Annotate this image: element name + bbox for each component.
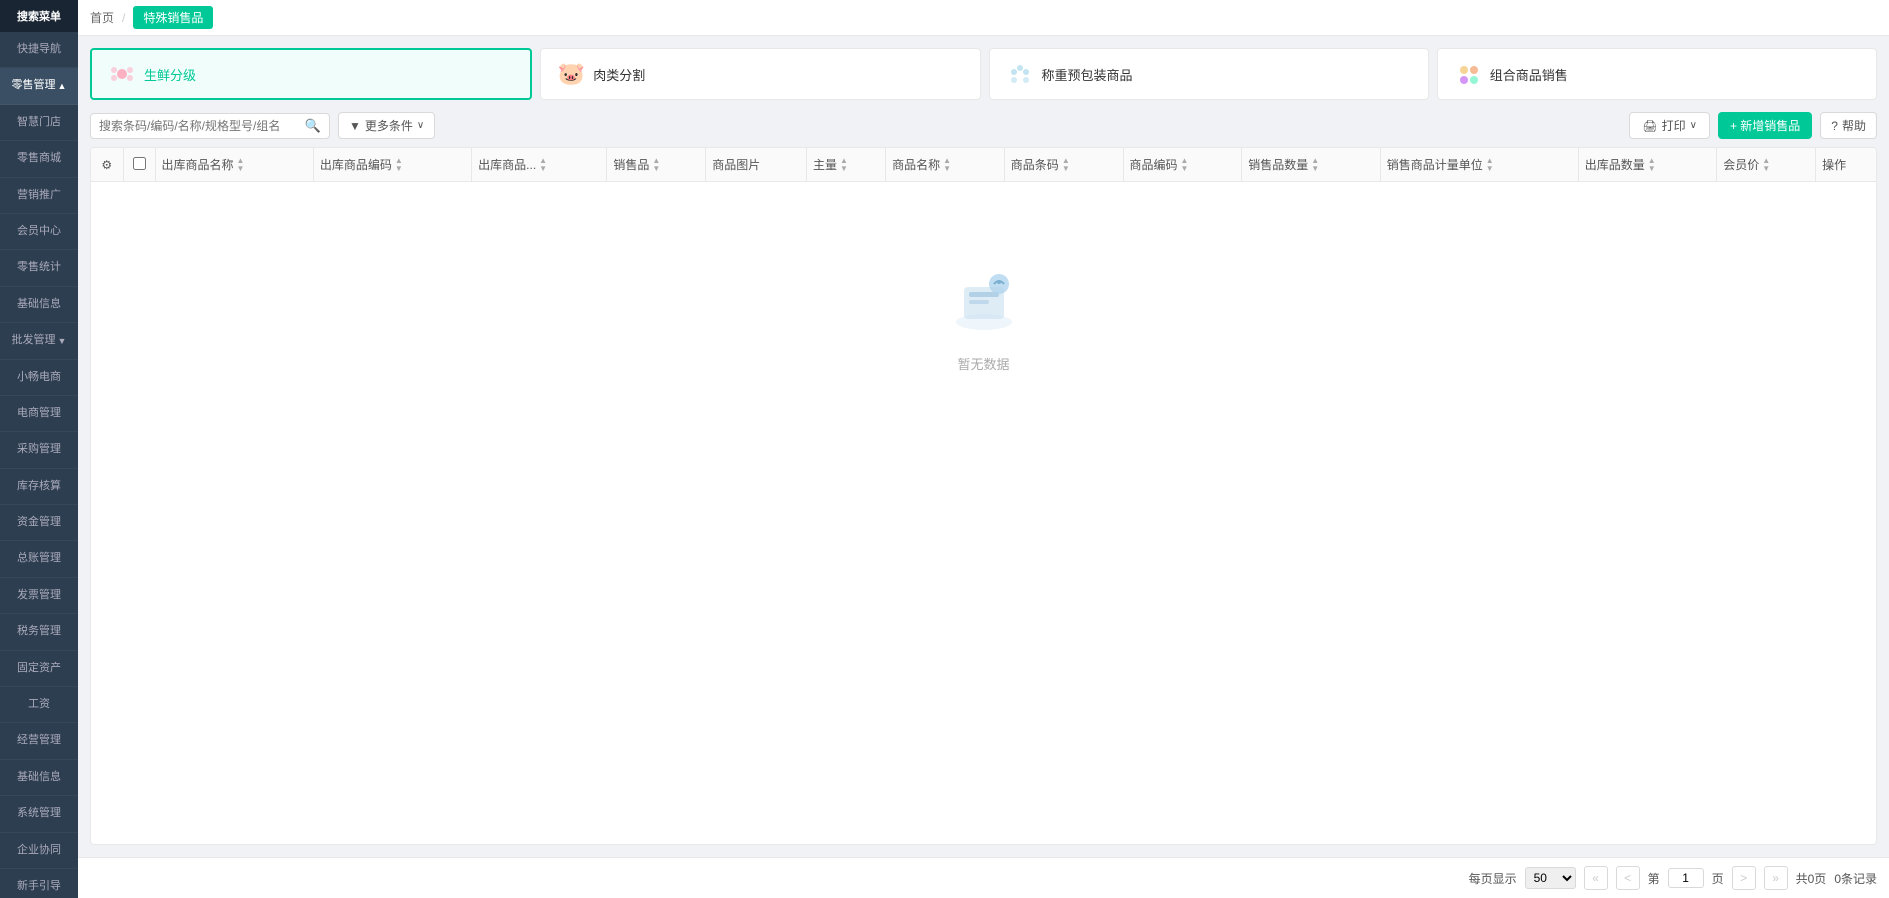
page-last-button[interactable]: »	[1764, 866, 1788, 890]
col-sale-item: 销售品▲▼	[607, 148, 706, 182]
top-bar: 首页 / 特殊销售品	[78, 0, 1889, 36]
page-prev-button[interactable]: <	[1616, 866, 1640, 890]
total-records: 0条记录	[1834, 870, 1877, 887]
col-product-img: 商品图片	[706, 148, 807, 182]
sidebar-item-general-ledger[interactable]: 总账管理	[0, 541, 78, 577]
sidebar-item-payroll[interactable]: 工资	[0, 687, 78, 723]
page-next-button[interactable]: >	[1732, 866, 1756, 890]
pagination-bar: 每页显示 10 20 50 100 « < 第 页 > » 共0页 0条记录	[78, 857, 1889, 898]
col-main-measure: 主量▲▼	[806, 148, 885, 182]
empty-icon	[944, 262, 1024, 342]
col-outlet-info: 出库商品...▲▼	[472, 148, 607, 182]
sidebar-item-retail-stats[interactable]: 零售统计	[0, 250, 78, 286]
col-member-price: 会员价▲▼	[1717, 148, 1816, 182]
tab-combo-sale-label: 组合商品销售	[1490, 65, 1568, 84]
data-table: ⚙ 出库商品名称▲▼ 出库商品编码▲▼ 出库商品...▲▼ 销售品▲▼	[91, 148, 1876, 453]
print-icon: 🖨	[1642, 119, 1657, 133]
help-button[interactable]: ? 帮助	[1820, 112, 1877, 139]
sidebar-item-ecom-mgmt[interactable]: 电商管理	[0, 396, 78, 432]
sidebar-item-sys-mgmt[interactable]: 系统管理	[0, 796, 78, 832]
sidebar-item-new-guide[interactable]: 新手引导	[0, 869, 78, 898]
filter-icon: ▼	[349, 119, 361, 133]
col-checkbox[interactable]	[123, 148, 155, 182]
filter-button[interactable]: ▼ 更多条件 ∨	[338, 112, 435, 139]
sidebar-item-retail-mall[interactable]: 零售商城	[0, 141, 78, 177]
empty-text: 暂无数据	[957, 354, 1009, 373]
content-area: 生鲜分级 🐷 肉类分割 称重预包装商品	[78, 36, 1889, 857]
sidebar-item-tax-mgmt[interactable]: 税务管理	[0, 614, 78, 650]
col-product-name: 商品名称▲▼	[886, 148, 1005, 182]
sidebar-item-inventory[interactable]: 库存核算	[0, 469, 78, 505]
breadcrumb-current[interactable]: 特殊销售品	[133, 6, 213, 29]
tab-fresh-grade[interactable]: 生鲜分级	[90, 48, 532, 100]
breadcrumb-home[interactable]: 首页	[90, 9, 114, 26]
total-pages: 共0页	[1796, 870, 1827, 887]
data-table-wrapper: ⚙ 出库商品名称▲▼ 出库商品编码▲▼ 出库商品...▲▼ 销售品▲▼	[90, 147, 1877, 845]
tab-scale-pack[interactable]: 称重预包装商品	[989, 48, 1429, 100]
col-sale-unit: 销售商品计量单位▲▼	[1380, 148, 1578, 182]
filter-chevron-icon: ∨	[417, 120, 424, 131]
empty-state: 暂无数据	[91, 182, 1876, 453]
sidebar-item-invoice-mgmt[interactable]: 发票管理	[0, 578, 78, 614]
sidebar-item-wholesale-mgmt[interactable]: 批发管理 ▼	[0, 323, 78, 359]
sidebar-item-retail-mgmt[interactable]: 零售管理 ▲	[0, 68, 78, 104]
sidebar-item-basic-info2[interactable]: 基础信息	[0, 760, 78, 796]
col-sale-qty: 销售品数量▲▼	[1242, 148, 1381, 182]
sidebar-item-ops-mgmt[interactable]: 经营管理	[0, 723, 78, 759]
sidebar-item-mini-ecom[interactable]: 小畅电商	[0, 360, 78, 396]
col-outlet-code: 出库商品编码▲▼	[313, 148, 471, 182]
print-button[interactable]: 🖨 打印 ∨	[1629, 112, 1710, 139]
select-all-checkbox[interactable]	[133, 157, 146, 170]
sidebar: 搜索菜单 快捷导航 零售管理 ▲ 智慧门店 零售商城 营销推广 会员中心 零售统…	[0, 0, 78, 898]
page-label: 第	[1648, 870, 1660, 887]
sidebar-item-fixed-assets[interactable]: 固定资产	[0, 651, 78, 687]
sidebar-item-basic-info[interactable]: 基础信息	[0, 287, 78, 323]
sidebar-logo[interactable]: 搜索菜单	[0, 0, 78, 32]
main-area: 首页 / 特殊销售品 生鲜分级 🐷 肉	[78, 0, 1889, 898]
tab-meat-cut[interactable]: 🐷 肉类分割	[540, 48, 980, 100]
sidebar-item-enterprise[interactable]: 企业协同	[0, 833, 78, 869]
meat-cut-icon: 🐷	[557, 60, 585, 88]
page-first-button[interactable]: «	[1584, 866, 1608, 890]
breadcrumb-separator: /	[122, 11, 125, 25]
combo-sale-icon	[1454, 60, 1482, 88]
toolbar: 🔍 ▼ 更多条件 ∨ 🖨 打印 ∨ + 新增销售品 ? 帮助	[90, 112, 1877, 139]
tab-fresh-grade-label: 生鲜分级	[144, 65, 196, 84]
toolbar-left: 🔍 ▼ 更多条件 ∨	[90, 112, 435, 139]
per-page-select[interactable]: 10 20 50 100	[1525, 867, 1576, 889]
scale-pack-icon	[1006, 60, 1034, 88]
toolbar-right: 🖨 打印 ∨ + 新增销售品 ? 帮助	[1629, 112, 1877, 139]
page-unit: 页	[1712, 870, 1724, 887]
tabs-row: 生鲜分级 🐷 肉类分割 称重预包装商品	[90, 48, 1877, 100]
sidebar-item-finance[interactable]: 资金管理	[0, 505, 78, 541]
filter-label: 更多条件	[365, 117, 413, 134]
col-operation: 操作	[1816, 148, 1876, 182]
sidebar-item-quick-nav[interactable]: 快捷导航	[0, 32, 78, 68]
per-page-label: 每页显示	[1469, 870, 1517, 887]
new-item-button[interactable]: + 新增销售品	[1718, 112, 1812, 139]
tab-scale-pack-label: 称重预包装商品	[1042, 65, 1133, 84]
col-product-code: 商品编码▲▼	[1123, 148, 1242, 182]
col-product-barcode: 商品条码▲▼	[1004, 148, 1123, 182]
help-icon: ?	[1831, 119, 1838, 133]
sidebar-item-purchase-mgmt[interactable]: 采购管理	[0, 432, 78, 468]
tab-combo-sale[interactable]: 组合商品销售	[1437, 48, 1877, 100]
col-outlet-qty: 出库品数量▲▼	[1578, 148, 1717, 182]
fresh-grade-icon	[108, 60, 136, 88]
search-box[interactable]: 🔍	[90, 113, 330, 139]
search-icon[interactable]: 🔍	[305, 118, 321, 134]
sidebar-item-member-center[interactable]: 会员中心	[0, 214, 78, 250]
search-input[interactable]	[99, 119, 305, 133]
tab-meat-cut-label: 肉类分割	[593, 65, 645, 84]
col-settings[interactable]: ⚙	[91, 148, 123, 182]
sidebar-item-smart-store[interactable]: 智慧门店	[0, 105, 78, 141]
col-outlet-name: 出库商品名称▲▼	[155, 148, 313, 182]
page-input[interactable]	[1668, 868, 1704, 888]
sidebar-item-sales-promo[interactable]: 营销推广	[0, 178, 78, 214]
